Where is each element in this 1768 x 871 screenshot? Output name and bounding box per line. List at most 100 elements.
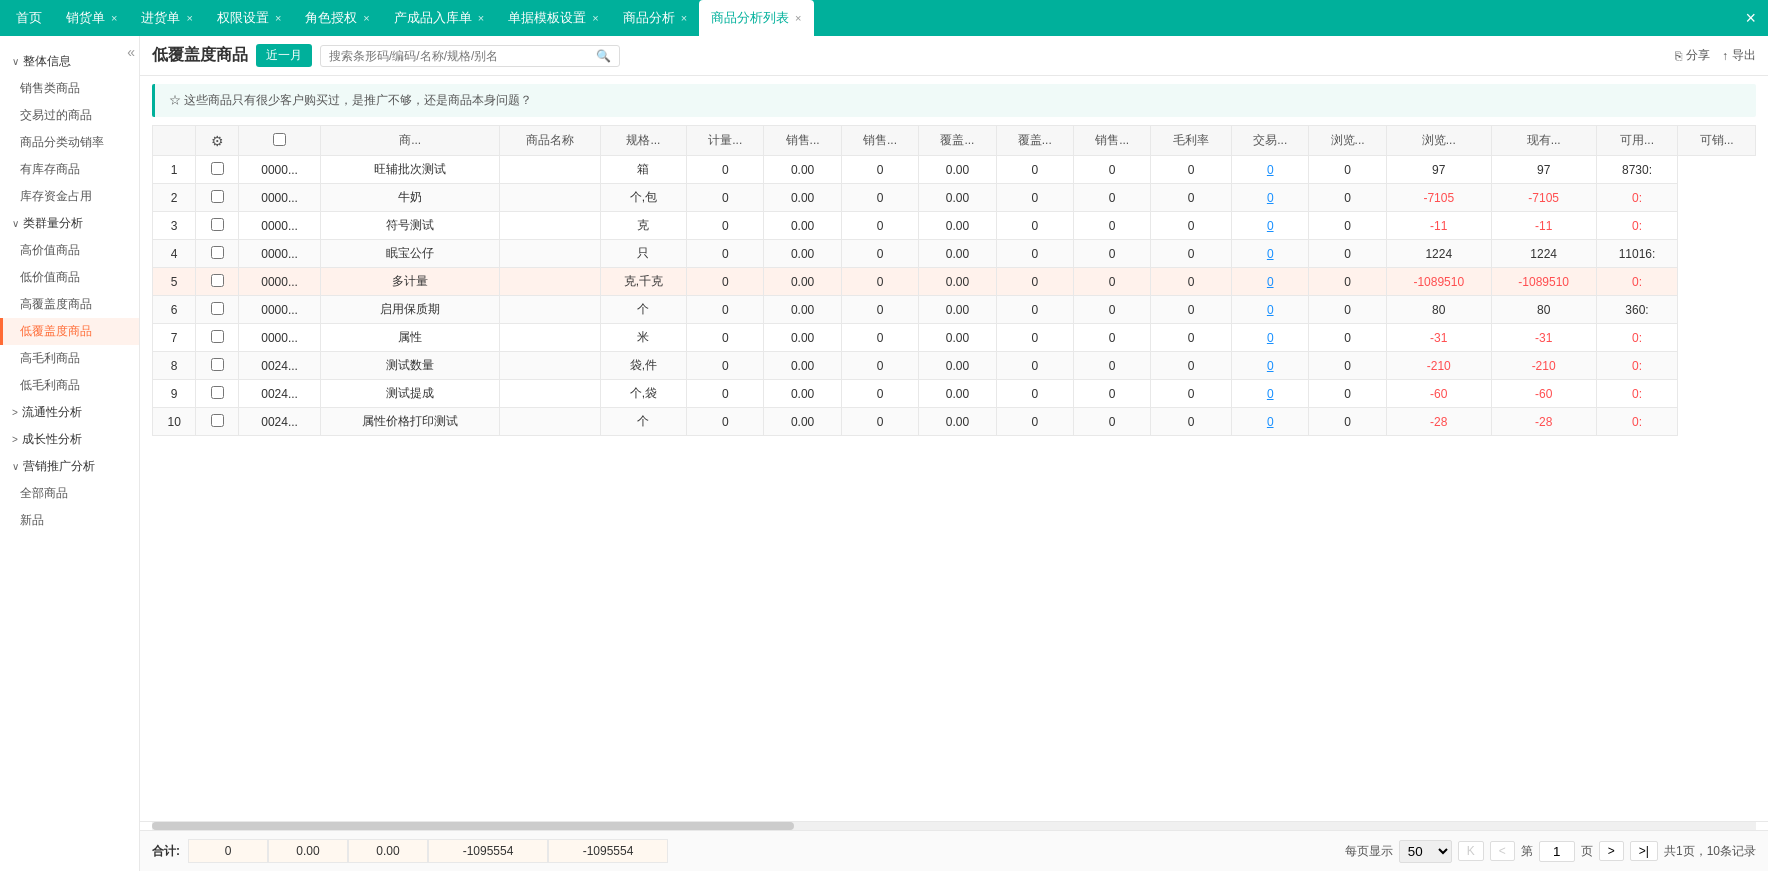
browse-link[interactable]: 0 xyxy=(1267,275,1274,289)
row-cell-trade[interactable]: 0 xyxy=(1232,156,1309,184)
row-cell-settings[interactable] xyxy=(196,268,239,296)
nav-tab-单据模板设置[interactable]: 单据模板设置× xyxy=(496,0,610,36)
sidebar-item-新品[interactable]: 新品 xyxy=(0,507,139,534)
sidebar-collapse-button[interactable]: « xyxy=(127,44,135,60)
col-header-trade[interactable]: 交易... xyxy=(1232,126,1309,156)
sidebar-group-成长性分析[interactable]: >成长性分析 xyxy=(0,426,139,453)
nav-tab-close-商品分析[interactable]: × xyxy=(681,12,687,24)
first-page-button[interactable]: K xyxy=(1458,841,1484,861)
page-size-select[interactable]: 2050100 xyxy=(1399,840,1452,863)
row-checkbox[interactable] xyxy=(211,218,224,231)
export-button[interactable]: ↑ 导出 xyxy=(1722,47,1756,64)
row-cell-trade[interactable]: 0 xyxy=(1232,324,1309,352)
col-header-sellable[interactable]: 可销... xyxy=(1678,126,1756,156)
nav-tab-close-单据模板设置[interactable]: × xyxy=(592,12,598,24)
row-cell-settings[interactable] xyxy=(196,156,239,184)
row-cell-settings[interactable] xyxy=(196,352,239,380)
sidebar-item-高毛利商品[interactable]: 高毛利商品 xyxy=(0,345,139,372)
browse-link[interactable]: 0 xyxy=(1267,387,1274,401)
row-cell-trade[interactable]: 0 xyxy=(1232,296,1309,324)
nav-tab-close-商品分析列表[interactable]: × xyxy=(795,12,801,24)
sidebar-group-流通性分析[interactable]: >流通性分析 xyxy=(0,399,139,426)
col-header-spec[interactable]: 规格... xyxy=(600,126,686,156)
close-all-tabs-button[interactable]: × xyxy=(1745,8,1756,29)
browse-link[interactable]: 0 xyxy=(1267,415,1274,429)
next-page-button[interactable]: > xyxy=(1599,841,1624,861)
row-cell-settings[interactable] xyxy=(196,408,239,436)
nav-tab-销货单[interactable]: 销货单× xyxy=(54,0,129,36)
col-header-sales_amt[interactable]: 销售... xyxy=(841,126,918,156)
row-cell-trade[interactable]: 0 xyxy=(1232,380,1309,408)
nav-tab-商品分析[interactable]: 商品分析× xyxy=(611,0,699,36)
col-header-settings[interactable]: ⚙ xyxy=(196,126,239,156)
row-checkbox[interactable] xyxy=(211,414,224,427)
sidebar-item-低覆盖度商品[interactable]: 低覆盖度商品 xyxy=(0,318,139,345)
browse-link[interactable]: 0 xyxy=(1267,219,1274,233)
search-input[interactable] xyxy=(329,49,592,63)
row-checkbox[interactable] xyxy=(211,162,224,175)
row-checkbox[interactable] xyxy=(211,358,224,371)
nav-tab-close-产成品入库单[interactable]: × xyxy=(478,12,484,24)
sidebar-group-营销推广分析[interactable]: ∨营销推广分析 xyxy=(0,453,139,480)
col-header-checkbox[interactable] xyxy=(239,126,321,156)
nav-tab-商品分析列表[interactable]: 商品分析列表× xyxy=(699,0,813,36)
col-header-code[interactable]: 商... xyxy=(321,126,500,156)
row-cell-trade[interactable]: 0 xyxy=(1232,352,1309,380)
row-checkbox[interactable] xyxy=(211,274,224,287)
browse-link[interactable]: 0 xyxy=(1267,359,1274,373)
row-cell-settings[interactable] xyxy=(196,240,239,268)
row-cell-settings[interactable] xyxy=(196,380,239,408)
col-header-name[interactable]: 商品名称 xyxy=(500,126,600,156)
sidebar-item-销售类商品[interactable]: 销售类商品 xyxy=(0,75,139,102)
sidebar-item-低毛利商品[interactable]: 低毛利商品 xyxy=(0,372,139,399)
sidebar-item-全部商品[interactable]: 全部商品 xyxy=(0,480,139,507)
nav-tab-进货单[interactable]: 进货单× xyxy=(129,0,204,36)
sidebar-item-高价值商品[interactable]: 高价值商品 xyxy=(0,237,139,264)
nav-tab-权限设置[interactable]: 权限设置× xyxy=(205,0,293,36)
prev-page-button[interactable]: < xyxy=(1490,841,1515,861)
col-header-gross_rate[interactable]: 毛利率 xyxy=(1151,126,1232,156)
sidebar-group-类群量分析[interactable]: ∨类群量分析 xyxy=(0,210,139,237)
row-checkbox[interactable] xyxy=(211,386,224,399)
gear-icon[interactable]: ⚙ xyxy=(211,133,224,149)
share-button[interactable]: ⎘ 分享 xyxy=(1675,47,1710,64)
nav-tab-角色授权[interactable]: 角色授权× xyxy=(293,0,381,36)
data-table-wrap[interactable]: ⚙商...商品名称规格...计量...销售...销售...覆盖...覆盖...销… xyxy=(140,125,1768,821)
col-header-sales_x[interactable]: 销售... xyxy=(1073,126,1150,156)
period-button[interactable]: 近一月 xyxy=(256,44,312,67)
sidebar-item-库存资金占用[interactable]: 库存资金占用 xyxy=(0,183,139,210)
row-checkbox[interactable] xyxy=(211,190,224,203)
col-header-current[interactable]: 现有... xyxy=(1491,126,1596,156)
sidebar-item-有库存商品[interactable]: 有库存商品 xyxy=(0,156,139,183)
nav-tab-close-权限设置[interactable]: × xyxy=(275,12,281,24)
browse-link[interactable]: 0 xyxy=(1267,331,1274,345)
row-cell-trade[interactable]: 0 xyxy=(1232,184,1309,212)
sidebar-item-商品分类动销率[interactable]: 商品分类动销率 xyxy=(0,129,139,156)
sidebar-item-高覆盖度商品[interactable]: 高覆盖度商品 xyxy=(0,291,139,318)
nav-tab-首页[interactable]: 首页 xyxy=(4,0,54,36)
sidebar-item-低价值商品[interactable]: 低价值商品 xyxy=(0,264,139,291)
col-header-browse1[interactable]: 浏览... xyxy=(1309,126,1386,156)
row-checkbox[interactable] xyxy=(211,302,224,315)
browse-link[interactable]: 0 xyxy=(1267,247,1274,261)
page-number-input[interactable] xyxy=(1539,841,1575,862)
row-cell-trade[interactable]: 0 xyxy=(1232,268,1309,296)
col-header-browse2[interactable]: 浏览... xyxy=(1386,126,1491,156)
col-header-available[interactable]: 可用... xyxy=(1596,126,1678,156)
browse-link[interactable]: 0 xyxy=(1267,163,1274,177)
nav-tab-产成品入库单[interactable]: 产成品入库单× xyxy=(382,0,496,36)
row-cell-settings[interactable] xyxy=(196,324,239,352)
sidebar-group-整体信息[interactable]: ∨整体信息 xyxy=(0,48,139,75)
nav-tab-close-角色授权[interactable]: × xyxy=(363,12,369,24)
browse-link[interactable]: 0 xyxy=(1267,191,1274,205)
sidebar-item-交易过的商品[interactable]: 交易过的商品 xyxy=(0,102,139,129)
row-cell-settings[interactable] xyxy=(196,212,239,240)
col-header-sales_qty[interactable]: 销售... xyxy=(764,126,841,156)
row-cell-trade[interactable]: 0 xyxy=(1232,212,1309,240)
row-cell-trade[interactable]: 0 xyxy=(1232,408,1309,436)
col-header-cover2[interactable]: 覆盖... xyxy=(996,126,1073,156)
last-page-button[interactable]: >| xyxy=(1630,841,1658,861)
row-checkbox[interactable] xyxy=(211,246,224,259)
row-checkbox[interactable] xyxy=(211,330,224,343)
horizontal-scrollbar[interactable] xyxy=(152,822,794,830)
